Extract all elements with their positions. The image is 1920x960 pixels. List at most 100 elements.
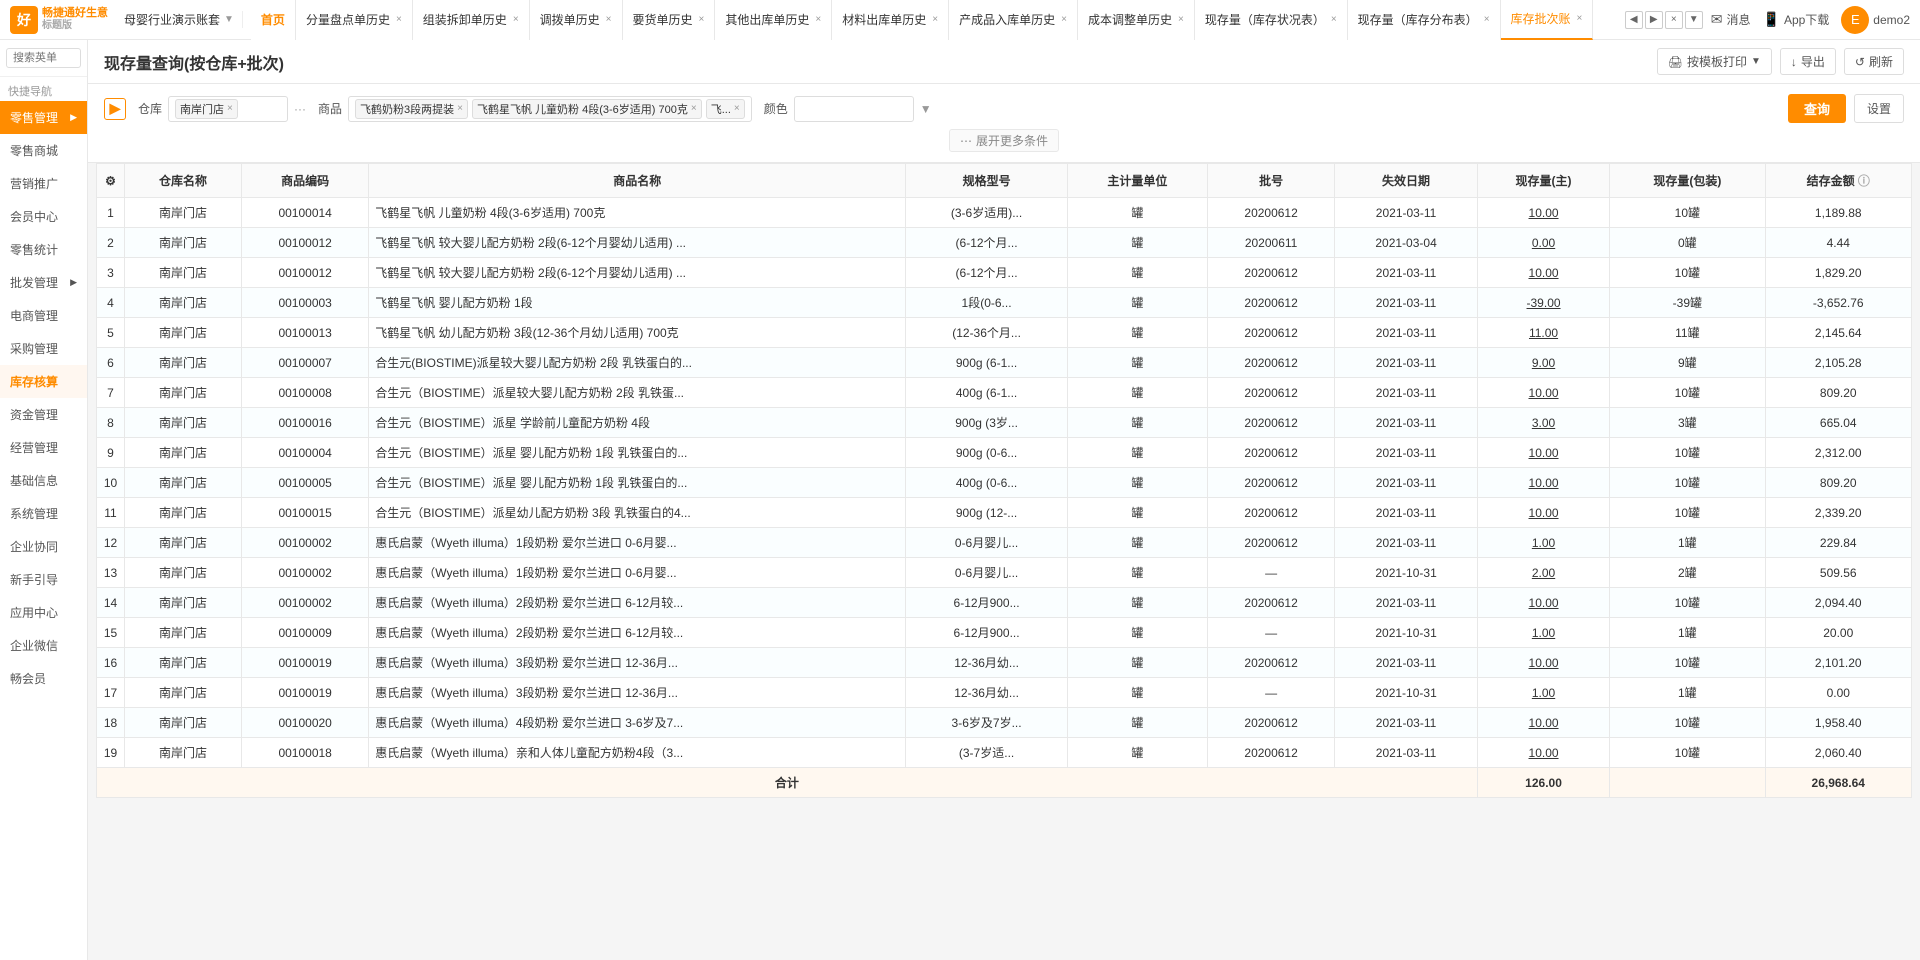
row-stock-main[interactable]: 10.00 [1477, 468, 1609, 498]
row-stock-main[interactable]: 10.00 [1477, 588, 1609, 618]
user-menu[interactable]: E demo2 [1841, 6, 1910, 34]
row-stock-main[interactable]: 10.00 [1477, 438, 1609, 468]
row-stock-main[interactable]: 10.00 [1477, 738, 1609, 768]
sidebar-item-retail-mgmt[interactable]: 零售管理 ▶ [0, 101, 87, 134]
filter-expand-button[interactable]: ▶ [104, 98, 126, 120]
row-num: 5 [97, 318, 125, 348]
tab-10[interactable]: 现存量（库存分布表） × [1348, 0, 1501, 40]
sidebar-item-ops[interactable]: 经营管理 [0, 431, 87, 464]
table-row: 18 南岸门店 00100020 惠氏启蒙（Wyeth illuma）4段奶粉 … [97, 708, 1912, 738]
account-selector[interactable]: 母婴行业演示账套 ▼ [116, 11, 243, 28]
page-title: 现存量查询(按仓库+批次) [104, 50, 284, 74]
sidebar-item-corp-wechat[interactable]: 企业微信 [0, 629, 87, 662]
tab-home[interactable]: 首页 [251, 0, 296, 40]
tab-4-close[interactable]: × [699, 14, 705, 25]
tab-7[interactable]: 产成品入库单历史 × [949, 0, 1078, 40]
row-stock-main[interactable]: -39.00 [1477, 288, 1609, 318]
warehouse-tag-close[interactable]: × [227, 103, 233, 114]
row-batch: 20200612 [1207, 348, 1334, 378]
expand-more-button[interactable]: ⋯ 展开更多条件 [949, 129, 1059, 152]
tab-9[interactable]: 现存量（库存状况表） × [1195, 0, 1348, 40]
row-amount: 2,101.20 [1765, 648, 1912, 678]
print-button[interactable]: 🖨 按模板打印 ▼ [1657, 48, 1772, 75]
tab-3-close[interactable]: × [606, 14, 612, 25]
row-stock-main[interactable]: 1.00 [1477, 678, 1609, 708]
row-stock-main[interactable]: 10.00 [1477, 648, 1609, 678]
tab-6-close[interactable]: × [932, 14, 938, 25]
table-row: 6 南岸门店 00100007 合生元(BIOSTIME)派星较大婴儿配方奶粉 … [97, 348, 1912, 378]
row-stock-main[interactable]: 10.00 [1477, 198, 1609, 228]
sidebar-item-marketing[interactable]: 营销推广 [0, 167, 87, 200]
tab-6[interactable]: 材料出库单历史 × [832, 0, 949, 40]
sidebar-item-app-center[interactable]: 应用中心 [0, 596, 87, 629]
sidebar-item-finance[interactable]: 资金管理 [0, 398, 87, 431]
tab-8[interactable]: 成本调整单历史 × [1078, 0, 1195, 40]
tab-11[interactable]: 库存批次账 × [1501, 0, 1594, 40]
tab-close-button[interactable]: × [1665, 11, 1683, 29]
goods-tag-2-close[interactable]: × [734, 103, 740, 114]
tab-next-button[interactable]: ▶ [1645, 11, 1663, 29]
tab-3[interactable]: 调拨单历史 × [530, 0, 623, 40]
sidebar-item-wholesale-mgmt[interactable]: 批发管理 ▶ [0, 266, 87, 299]
sidebar-item-retail-stats[interactable]: 零售统计 [0, 233, 87, 266]
search-input[interactable] [6, 48, 81, 68]
row-stock-main[interactable]: 10.00 [1477, 498, 1609, 528]
row-stock-main[interactable]: 10.00 [1477, 378, 1609, 408]
tab-10-close[interactable]: × [1484, 14, 1490, 25]
row-unit: 罐 [1067, 378, 1207, 408]
col-settings[interactable]: ⚙ [97, 164, 125, 198]
row-batch: 20200612 [1207, 258, 1334, 288]
filter-row: ▶ 仓库 南岸门店 × ··· 商品 飞鹤奶粉3段两提 [104, 94, 1904, 123]
query-button[interactable]: 查询 [1788, 94, 1846, 123]
tab-11-close[interactable]: × [1577, 13, 1583, 24]
sidebar-item-purchase[interactable]: 采购管理 [0, 332, 87, 365]
row-stock-main[interactable]: 10.00 [1477, 708, 1609, 738]
tab-7-close[interactable]: × [1061, 14, 1067, 25]
row-stock-main[interactable]: 3.00 [1477, 408, 1609, 438]
goods-tags[interactable]: 飞鹤奶粉3段两提装 × 飞鹤星飞帆 儿童奶粉 4段(3-6岁适用) 700克 ×… [348, 96, 752, 122]
row-stock-main[interactable]: 1.00 [1477, 528, 1609, 558]
sidebar-item-collab[interactable]: 企业协同 [0, 530, 87, 563]
app-download-button[interactable]: 📱 App下载 [1763, 11, 1830, 28]
tab-2[interactable]: 组装拆卸单历史 × [413, 0, 530, 40]
export-button[interactable]: ↓ 导出 [1780, 48, 1836, 75]
row-num: 18 [97, 708, 125, 738]
sidebar-item-retail-shop[interactable]: 零售商城 [0, 134, 87, 167]
layout: 快捷导航 零售管理 ▶ 零售商城 营销推广 会员中心 零售统计 批发管理 ▶ 电… [0, 40, 1920, 960]
row-spec: 6-12月900... [906, 588, 1068, 618]
row-stock-main[interactable]: 11.00 [1477, 318, 1609, 348]
amount-info-icon[interactable]: ⓘ [1858, 174, 1870, 188]
tab-8-close[interactable]: × [1178, 14, 1184, 25]
color-tags[interactable] [794, 96, 914, 122]
row-batch: — [1207, 558, 1334, 588]
row-stock-main[interactable]: 2.00 [1477, 558, 1609, 588]
setting-button[interactable]: 设置 [1854, 94, 1904, 123]
goods-tag-1-close[interactable]: × [691, 103, 697, 114]
tab-4[interactable]: 要货单历史 × [623, 0, 716, 40]
row-stock-main[interactable]: 10.00 [1477, 258, 1609, 288]
tab-1[interactable]: 分量盘点单历史 × [296, 0, 413, 40]
tab-5-close[interactable]: × [815, 14, 821, 25]
sidebar-item-basic-info[interactable]: 基础信息 [0, 464, 87, 497]
row-stock-main[interactable]: 0.00 [1477, 228, 1609, 258]
refresh-button[interactable]: ↺ 刷新 [1844, 48, 1904, 75]
tab-prev-button[interactable]: ◀ [1625, 11, 1643, 29]
sidebar-item-member[interactable]: 畅会员 [0, 662, 87, 695]
tab-9-close[interactable]: × [1331, 14, 1337, 25]
tab-2-close[interactable]: × [513, 14, 519, 25]
sidebar-item-inventory[interactable]: 库存核算 [0, 365, 87, 398]
tab-5[interactable]: 其他出库单历史 × [715, 0, 832, 40]
tab-menu-button[interactable]: ▼ [1685, 11, 1703, 29]
warehouse-tags[interactable]: 南岸门店 × [168, 96, 288, 122]
row-expire: 2021-03-11 [1335, 408, 1478, 438]
goods-tag-0-close[interactable]: × [457, 103, 463, 114]
sidebar-item-member-center[interactable]: 会员中心 [0, 200, 87, 233]
message-button[interactable]: ✉ 消息 [1711, 11, 1751, 28]
sidebar-item-new-guide[interactable]: 新手引导 [0, 563, 87, 596]
row-stock-main[interactable]: 1.00 [1477, 618, 1609, 648]
sidebar-item-sys-mgmt[interactable]: 系统管理 [0, 497, 87, 530]
row-stock-main[interactable]: 9.00 [1477, 348, 1609, 378]
tab-1-close[interactable]: × [396, 14, 402, 25]
row-warehouse: 南岸门店 [125, 648, 242, 678]
sidebar-item-ecommerce[interactable]: 电商管理 [0, 299, 87, 332]
